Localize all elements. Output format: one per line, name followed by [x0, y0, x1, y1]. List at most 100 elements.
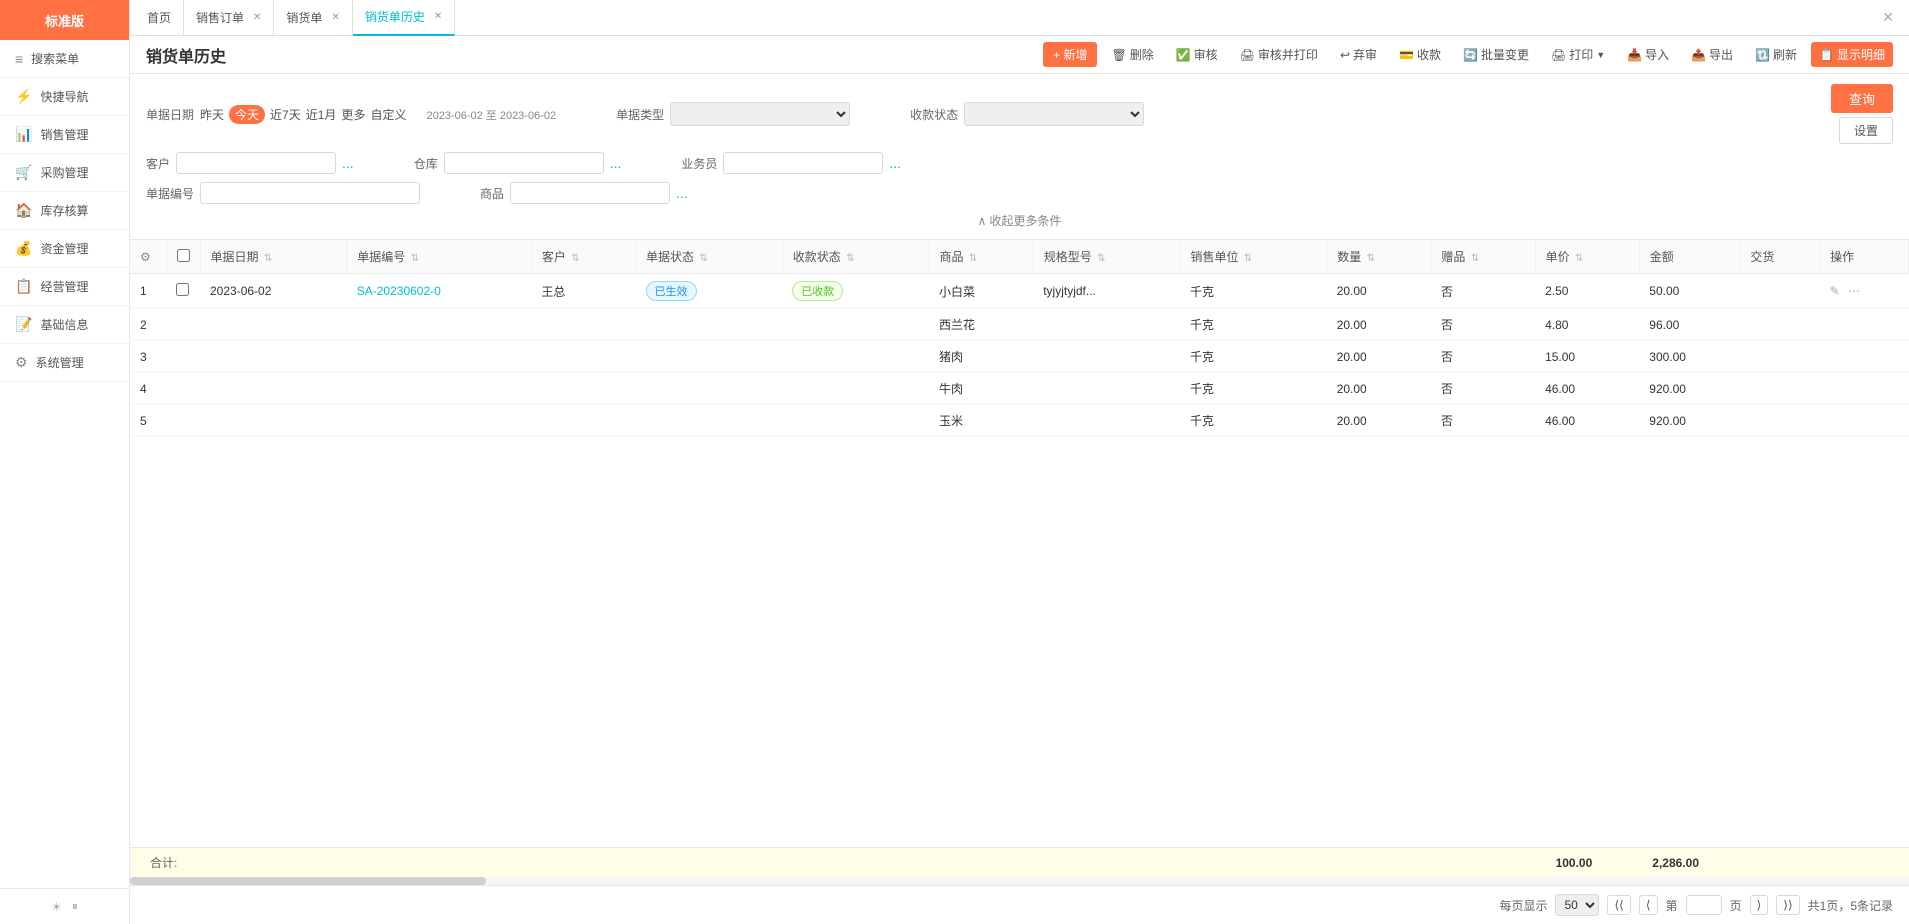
- import-button[interactable]: 📥 导入: [1619, 42, 1677, 67]
- sidebar-item-quick-nav[interactable]: ⚡ 快捷导航: [0, 78, 129, 116]
- col-collect-status[interactable]: 收款状态 ⇅: [782, 240, 929, 274]
- shortcut-more[interactable]: 更多: [341, 106, 365, 123]
- horizontal-scrollbar[interactable]: [130, 877, 1909, 885]
- shortcut-yesterday[interactable]: 昨天: [200, 106, 224, 123]
- sidebar-item-finance[interactable]: 💰 资金管理: [0, 230, 129, 268]
- total-info: 共1页，5条记录: [1808, 897, 1893, 914]
- table-row: 1 2023-06-02 SA-20230602-0 王总 已生效 已收款 小白…: [130, 274, 1909, 309]
- row-checkbox[interactable]: [176, 283, 189, 296]
- close-sales-order-icon[interactable]: ✕: [253, 12, 261, 23]
- close-sales-delivery-icon[interactable]: ✕: [331, 12, 339, 23]
- batch-change-button[interactable]: 🔄 批量变更: [1455, 42, 1537, 67]
- pagination: 每页显示 50 ⟨⟨ ⟨ 第 1 页 ⟩ ⟩⟩ 共1页，5条记录: [130, 885, 1909, 924]
- delete-button[interactable]: 🗑 删除: [1103, 42, 1161, 67]
- tab-home-label: 首页: [147, 9, 171, 26]
- page-next-btn[interactable]: ⟩: [1750, 895, 1769, 915]
- tab-sales-history[interactable]: 销货单历史 ✕: [353, 0, 455, 36]
- new-button[interactable]: + 新增: [1043, 42, 1097, 67]
- tab-sales-delivery[interactable]: 销货单 ✕: [274, 0, 352, 36]
- cell-doc-date: [200, 405, 347, 437]
- tab-bar: 首页 销售订单 ✕ 销货单 ✕ 销货单历史 ✕ ✕: [130, 0, 1909, 36]
- page-last-btn[interactable]: ⟩⟩: [1776, 895, 1799, 915]
- sidebar-bottom-icon2[interactable]: ⏸: [72, 899, 78, 914]
- close-sales-history-icon[interactable]: ✕: [434, 11, 442, 22]
- goods-input[interactable]: [510, 182, 670, 204]
- display-detail-button[interactable]: 📋 显示明细: [1811, 42, 1893, 67]
- collect-status-select[interactable]: [964, 102, 1144, 126]
- page-number-input[interactable]: 1: [1686, 895, 1722, 915]
- salesperson-input[interactable]: [723, 152, 883, 174]
- sidebar-item-ops-mgmt[interactable]: 📋 经营管理: [0, 268, 129, 306]
- tab-bar-close-btn[interactable]: ✕: [1872, 9, 1904, 26]
- doc-type-label: 单据类型: [616, 106, 664, 123]
- sidebar-item-purchase-mgmt[interactable]: 🛒 采购管理: [0, 154, 129, 192]
- col-customer[interactable]: 客户 ⇅: [531, 240, 635, 274]
- doc-no-link[interactable]: SA-20230602-0: [357, 284, 441, 298]
- sidebar-item-search-menu[interactable]: ≡ 搜索菜单: [0, 40, 129, 78]
- goods-dots-icon[interactable]: ...: [676, 185, 688, 201]
- edit-icon[interactable]: ✎: [1830, 284, 1840, 298]
- col-checkbox: [166, 240, 200, 274]
- warehouse-input[interactable]: [444, 152, 604, 174]
- shortcut-today[interactable]: 今天: [229, 105, 265, 124]
- cell-customer: [531, 341, 635, 373]
- col-doc-date[interactable]: 单据日期 ⇅: [200, 240, 347, 274]
- shortcut-7days[interactable]: 近7天: [270, 106, 301, 123]
- data-table: ⚙ 单据日期 ⇅ 单据编号 ⇅ 客户 ⇅: [130, 240, 1909, 437]
- discard-button[interactable]: ↩ 弃审: [1332, 42, 1385, 67]
- customer-dots-icon[interactable]: ...: [342, 155, 354, 171]
- table-header-row: ⚙ 单据日期 ⇅ 单据编号 ⇅ 客户 ⇅: [130, 240, 1909, 274]
- more-icon[interactable]: ⋯: [1848, 284, 1860, 298]
- doc-type-select[interactable]: [670, 102, 850, 126]
- ops-mgmt-icon: 📋: [15, 278, 32, 295]
- gear-icon[interactable]: ⚙: [140, 250, 151, 264]
- cell-gift: 否: [1431, 274, 1535, 309]
- sidebar-item-label: 搜索菜单: [31, 50, 79, 67]
- toolbar: 销货单历史 + 新增 🗑 删除 ✅ 审核 🖨 审核并打印 ↩ 弃审 💳 收款 🔄…: [130, 36, 1909, 74]
- cell-customer: 王总: [531, 274, 635, 309]
- cell-goods: 牛肉: [929, 373, 1033, 405]
- print-button[interactable]: 🖨 打印 ▼: [1543, 42, 1613, 67]
- audit-print-button[interactable]: 🖨 审核并打印: [1232, 42, 1326, 67]
- collect-button[interactable]: 💳 收款: [1391, 42, 1449, 67]
- sidebar-item-label: 系统管理: [36, 354, 84, 371]
- page-prev-btn[interactable]: ⟨: [1639, 895, 1658, 915]
- sidebar-item-sales-mgmt[interactable]: 📊 销售管理: [0, 116, 129, 154]
- audit-print-icon: 🖨: [1240, 48, 1255, 62]
- audit-button[interactable]: ✅ 审核: [1168, 42, 1226, 67]
- sidebar-item-sys-mgmt[interactable]: ⚙ 系统管理: [0, 344, 129, 382]
- salesperson-dots-icon[interactable]: ...: [889, 155, 901, 171]
- sidebar-item-basic-info[interactable]: 📝 基础信息: [0, 306, 129, 344]
- customer-input[interactable]: [176, 152, 336, 174]
- col-doc-no[interactable]: 单据编号 ⇅: [347, 240, 532, 274]
- settings-button[interactable]: 设置: [1839, 117, 1893, 144]
- query-button[interactable]: 查询: [1831, 84, 1893, 113]
- per-page-select[interactable]: 50: [1555, 894, 1599, 916]
- sort-goods-icon: ⇅: [969, 253, 977, 264]
- shortcut-1month[interactable]: 近1月: [306, 106, 337, 123]
- sidebar-bottom-icon1[interactable]: ☀: [51, 900, 62, 914]
- shortcut-custom[interactable]: 自定义: [370, 106, 406, 123]
- col-unit-price[interactable]: 单价 ⇅: [1535, 240, 1639, 274]
- cell-amount: 920.00: [1639, 405, 1740, 437]
- warehouse-dots-icon[interactable]: ...: [610, 155, 622, 171]
- per-page-label: 每页显示: [1499, 897, 1547, 914]
- tab-sales-order[interactable]: 销售订单 ✕: [184, 0, 274, 36]
- sort-qty-icon: ⇅: [1367, 253, 1375, 264]
- col-doc-status[interactable]: 单据状态 ⇅: [636, 240, 783, 274]
- col-spec[interactable]: 规格型号 ⇅: [1033, 240, 1180, 274]
- select-all-checkbox[interactable]: [177, 249, 190, 262]
- refresh-button[interactable]: 🔃 刷新: [1747, 42, 1805, 67]
- doc-no-input[interactable]: [200, 182, 420, 204]
- col-gift[interactable]: 赠品 ⇅: [1431, 240, 1535, 274]
- collapse-button[interactable]: ∧ 收起更多条件: [978, 212, 1062, 229]
- col-gear[interactable]: ⚙: [130, 240, 166, 274]
- export-button[interactable]: 📤 导出: [1683, 42, 1741, 67]
- col-qty[interactable]: 数量 ⇅: [1327, 240, 1431, 274]
- sidebar-item-inventory[interactable]: 🏠 库存核算: [0, 192, 129, 230]
- tab-home[interactable]: 首页: [135, 0, 184, 36]
- scrollbar-thumb[interactable]: [130, 877, 486, 885]
- col-sale-unit[interactable]: 销售单位 ⇅: [1180, 240, 1327, 274]
- page-first-btn[interactable]: ⟨⟨: [1607, 895, 1630, 915]
- col-goods[interactable]: 商品 ⇅: [929, 240, 1033, 274]
